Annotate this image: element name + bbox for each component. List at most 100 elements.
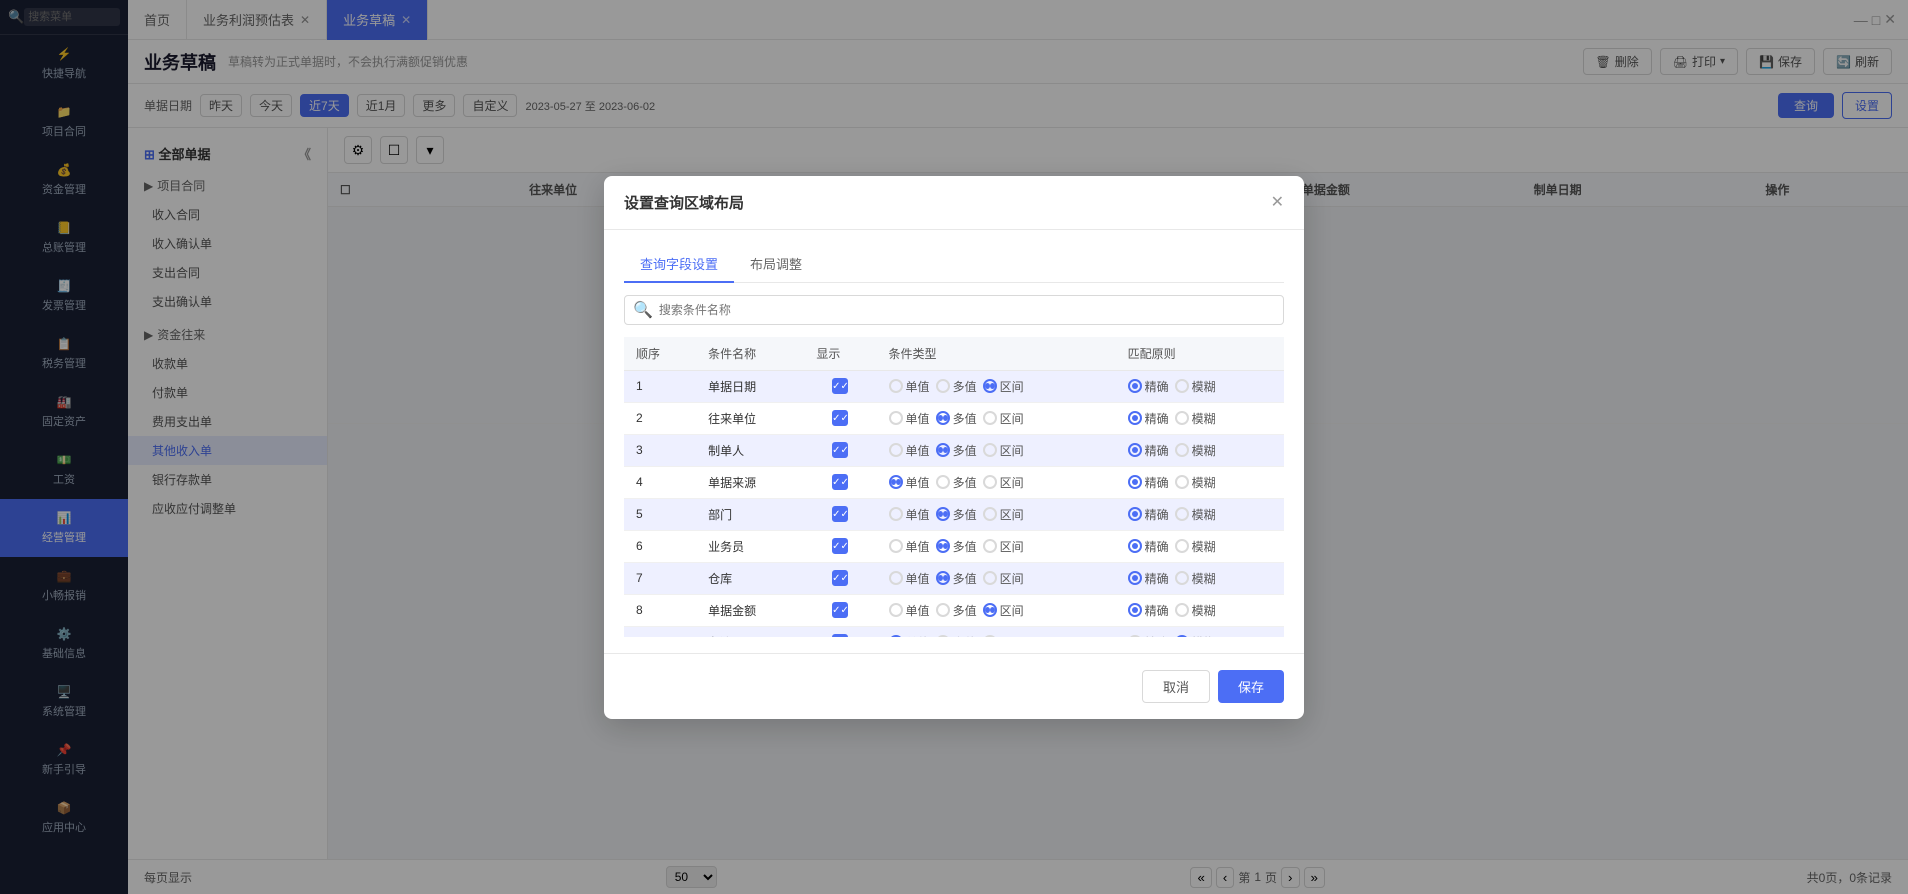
cell-match: 精确 模糊 [1116, 370, 1284, 402]
radio-single[interactable]: 单值 [889, 602, 930, 619]
radio-exact[interactable]: 精确 [1128, 570, 1169, 587]
cell-order: 8 [624, 594, 696, 626]
table-row: 4单据来源✓ 单值 多值 区间 [624, 466, 1284, 498]
cell-name: 部门 [696, 498, 804, 530]
radio-exact[interactable]: 精确 [1128, 410, 1169, 427]
cell-match: 精确 模糊 [1116, 402, 1284, 434]
cell-condition-type: 单值 多值 区间 [877, 594, 1116, 626]
radio-single[interactable]: 单值 [889, 634, 930, 637]
radio-fuzzy[interactable]: 模糊 [1175, 378, 1216, 395]
cell-condition-type: 单值 多值 区间 [877, 434, 1116, 466]
radio-fuzzy[interactable]: 模糊 [1175, 474, 1216, 491]
radio-single[interactable]: 单值 [889, 506, 930, 523]
cell-condition-type: 单值 多值 区间 [877, 370, 1116, 402]
radio-single[interactable]: 单值 [889, 378, 930, 395]
radio-single[interactable]: 单值 [889, 538, 930, 555]
radio-single[interactable]: 单值 [889, 410, 930, 427]
cell-order: 1 [624, 370, 696, 402]
cancel-button[interactable]: 取消 [1142, 670, 1210, 703]
cell-condition-type: 单值 多值 区间 [877, 626, 1116, 637]
radio-fuzzy[interactable]: 模糊 [1175, 602, 1216, 619]
radio-multi[interactable]: 多值 [936, 474, 977, 491]
radio-single[interactable]: 单值 [889, 442, 930, 459]
radio-exact[interactable]: 精确 [1128, 442, 1169, 459]
radio-range[interactable]: 区间 [983, 474, 1024, 491]
cell-match: 精确 模糊 [1116, 626, 1284, 637]
modal-overlay[interactable]: 设置查询区域布局 ✕ 查询字段设置 布局调整 🔍 顺序 条件名称 [0, 0, 1908, 894]
cell-name: 备注 [696, 626, 804, 637]
th-condition-type: 条件类型 [877, 337, 1116, 371]
radio-single[interactable]: 单值 [889, 474, 930, 491]
show-checkbox[interactable]: ✓ [832, 506, 848, 522]
radio-multi[interactable]: 多值 [936, 602, 977, 619]
cell-name: 制单人 [696, 434, 804, 466]
th-show: 显示 [804, 337, 876, 371]
radio-fuzzy[interactable]: 模糊 [1175, 570, 1216, 587]
radio-single[interactable]: 单值 [889, 570, 930, 587]
cell-order: 6 [624, 530, 696, 562]
radio-exact[interactable]: 精确 [1128, 474, 1169, 491]
table-row: 5部门 ✓ 单值 多值 区间 [624, 498, 1284, 530]
cell-order: 4 [624, 466, 696, 498]
cell-condition-type: 单值 多值 区间 [877, 402, 1116, 434]
cell-show: ✓ [804, 434, 876, 466]
radio-range[interactable]: 区间 [983, 602, 1024, 619]
radio-exact[interactable]: 精确 [1128, 538, 1169, 555]
cell-show: ✓ [804, 466, 876, 498]
modal-close-button[interactable]: ✕ [1271, 192, 1284, 212]
table-row: 2往来单位✓ 单值 多值 区间 [624, 402, 1284, 434]
cell-order: 5 [624, 498, 696, 530]
table-row: 6业务员✓ 单值 多值 区间 [624, 530, 1284, 562]
modal-dialog: 设置查询区域布局 ✕ 查询字段设置 布局调整 🔍 顺序 条件名称 [604, 176, 1304, 719]
radio-fuzzy[interactable]: 模糊 [1175, 506, 1216, 523]
radio-range[interactable]: 区间 [983, 538, 1024, 555]
table-row: 9备注 ✓ 单值 多值 区间 [624, 626, 1284, 637]
cell-name: 往来单位 [696, 402, 804, 434]
cell-order: 3 [624, 434, 696, 466]
show-checkbox[interactable]: ✓ [832, 474, 848, 490]
radio-fuzzy[interactable]: 模糊 [1175, 442, 1216, 459]
radio-range[interactable]: 区间 [983, 378, 1024, 395]
radio-exact[interactable]: 精确 [1128, 378, 1169, 395]
radio-multi[interactable]: 多值 [936, 378, 977, 395]
radio-multi[interactable]: 多值 [936, 442, 977, 459]
radio-range[interactable]: 区间 [983, 634, 1024, 637]
radio-fuzzy[interactable]: 模糊 [1175, 410, 1216, 427]
cell-condition-type: 单值 多值 区间 [877, 562, 1116, 594]
radio-multi[interactable]: 多值 [936, 410, 977, 427]
radio-range[interactable]: 区间 [983, 442, 1024, 459]
radio-range[interactable]: 区间 [983, 410, 1024, 427]
radio-multi[interactable]: 多值 [936, 634, 977, 637]
radio-fuzzy[interactable]: 模糊 [1175, 538, 1216, 555]
cell-name: 仓库 [696, 562, 804, 594]
cell-show: ✓ [804, 562, 876, 594]
radio-multi[interactable]: 多值 [936, 506, 977, 523]
show-checkbox[interactable]: ✓ [832, 602, 848, 618]
radio-exact[interactable]: 精确 [1128, 634, 1169, 637]
show-checkbox[interactable]: ✓ [832, 570, 848, 586]
table-row: 3制单人 ✓ 单值 多值 区间 [624, 434, 1284, 466]
show-checkbox[interactable]: ✓ [832, 634, 848, 637]
show-checkbox[interactable]: ✓ [832, 538, 848, 554]
th-match: 匹配原则 [1116, 337, 1284, 371]
radio-exact[interactable]: 精确 [1128, 602, 1169, 619]
modal-search-input[interactable] [659, 303, 1275, 317]
modal-tabs: 查询字段设置 布局调整 [624, 246, 1284, 283]
radio-fuzzy[interactable]: 模糊 [1175, 634, 1216, 637]
modal-footer: 取消 保存 [604, 653, 1304, 719]
tab-query-fields[interactable]: 查询字段设置 [624, 246, 734, 283]
radio-range[interactable]: 区间 [983, 570, 1024, 587]
radio-multi[interactable]: 多值 [936, 538, 977, 555]
th-order: 顺序 [624, 337, 696, 371]
show-checkbox[interactable]: ✓ [832, 442, 848, 458]
show-checkbox[interactable]: ✓ [832, 378, 848, 394]
cell-show: ✓ [804, 594, 876, 626]
tab-layout-adjust[interactable]: 布局调整 [734, 246, 818, 283]
radio-exact[interactable]: 精确 [1128, 506, 1169, 523]
radio-multi[interactable]: 多值 [936, 570, 977, 587]
radio-range[interactable]: 区间 [983, 506, 1024, 523]
cell-match: 精确 模糊 [1116, 594, 1284, 626]
cell-order: 9 [624, 626, 696, 637]
show-checkbox[interactable]: ✓ [832, 410, 848, 426]
modal-save-button[interactable]: 保存 [1218, 670, 1284, 703]
